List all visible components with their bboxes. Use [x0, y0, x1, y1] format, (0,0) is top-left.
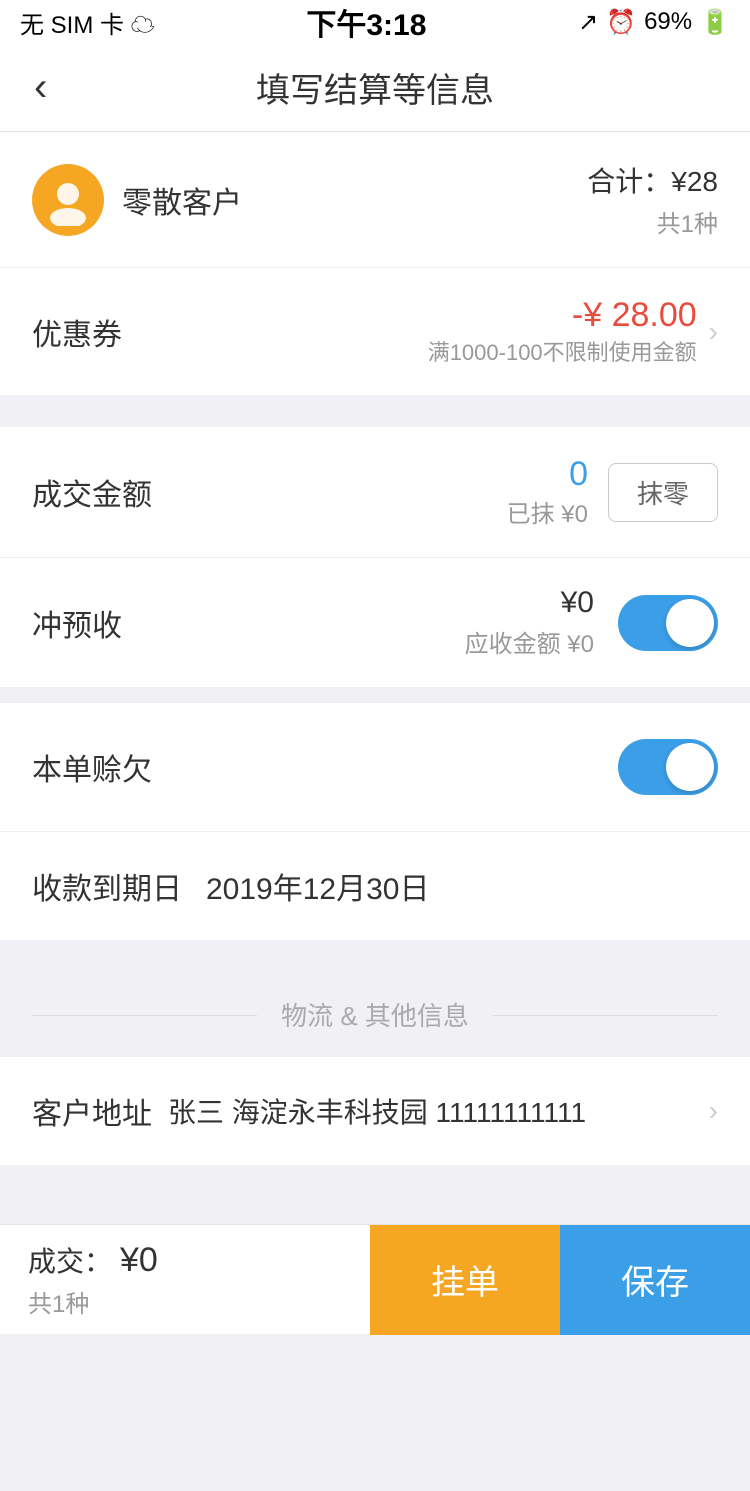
debt-section: 本单赊欠 收款到期日 2019年12月30日	[0, 703, 750, 940]
logistics-section-header: 物流 & 其他信息	[0, 972, 750, 1057]
precollect-right: ¥0 应收金额 ¥0	[465, 586, 718, 659]
deal-amount-row: 成交金额 0 已抹 ¥0 抹零	[32, 427, 718, 557]
address-section: 客户地址 张三 海淀永丰科技园 11111111111 ›	[0, 1057, 750, 1165]
debt-row: 本单赊欠	[0, 703, 750, 831]
deal-amount-value: 0	[507, 455, 588, 494]
bottom-bar: 成交： ¥0 共1种 挂单 保存	[0, 1224, 750, 1334]
address-value: 张三 海淀永丰科技园 11111111111	[168, 1091, 693, 1131]
precollect-row: 冲预收 ¥0 应收金额 ¥0	[0, 557, 750, 687]
coupon-chevron-icon: ›	[709, 316, 718, 348]
precollect-label: 冲预收	[32, 601, 122, 645]
coupon-right: -¥ 28.00 满1000-100不限制使用金额 ›	[428, 296, 718, 367]
debt-toggle[interactable]	[618, 739, 718, 795]
alarm-icon: ⏰	[606, 8, 636, 37]
address-chevron-icon: ›	[709, 1095, 718, 1127]
coupon-amount: -¥ 28.00	[428, 296, 697, 335]
battery-text: 69%	[644, 8, 692, 36]
page-title: 填写结算等信息	[256, 63, 494, 112]
deal-amount-label: 成交金额	[32, 470, 152, 514]
status-time: 下午3:18	[306, 0, 426, 44]
customer-count: 共1种	[587, 204, 718, 239]
section-divider	[0, 411, 750, 427]
debt-label: 本单赊欠	[32, 745, 152, 789]
amount-section: 成交金额 0 已抹 ¥0 抹零	[0, 427, 750, 557]
precollect-value: ¥0	[465, 586, 594, 620]
round-button[interactable]: 抹零	[608, 463, 718, 522]
address-label: 客户地址	[32, 1089, 152, 1133]
battery-icon: 🔋	[700, 8, 730, 37]
nav-bar: ‹ 填写结算等信息	[0, 44, 750, 132]
bottom-deal-label: 成交：	[28, 1240, 112, 1280]
bottom-info: 成交： ¥0 共1种	[0, 1240, 370, 1319]
due-date-label: 收款到期日	[32, 864, 182, 908]
coupon-desc: 满1000-100不限制使用金额	[428, 335, 697, 367]
customer-section: 零散客户 合计：¥28 共1种 优惠券 -¥ 28.00 满1000-100不限…	[0, 132, 750, 395]
due-date-value: 2019年12月30日	[206, 864, 429, 908]
section-divider-2	[0, 687, 750, 703]
hang-button[interactable]: 挂单	[370, 1225, 560, 1335]
coupon-row[interactable]: 优惠券 -¥ 28.00 满1000-100不限制使用金额 ›	[0, 267, 750, 395]
precollect-amounts: ¥0 应收金额 ¥0	[465, 586, 594, 659]
debt-toggle-knob	[666, 743, 714, 791]
deal-amount-right: 0 已抹 ¥0 抹零	[507, 455, 718, 529]
due-date-row: 收款到期日 2019年12月30日	[0, 831, 750, 940]
toggle-knob	[666, 599, 714, 647]
customer-right: 合计：¥28 共1种	[587, 160, 718, 239]
deal-amount-sub: 已抹 ¥0	[507, 494, 588, 529]
customer-total: 合计：¥28	[587, 160, 718, 200]
precollect-sub: 应收金额 ¥0	[465, 624, 594, 659]
status-right: ↗ ⏰ 69% 🔋	[578, 8, 730, 37]
bottom-count: 共1种	[28, 1284, 342, 1319]
status-left: 无 SIM 卡 ☁	[20, 5, 155, 40]
customer-name: 零散客户	[122, 178, 242, 222]
logistics-label: 物流 & 其他信息	[257, 996, 493, 1033]
bottom-deal: 成交： ¥0	[28, 1240, 342, 1280]
location-icon: ↗	[578, 8, 598, 37]
save-button[interactable]: 保存	[560, 1225, 750, 1335]
avatar	[32, 164, 104, 236]
signal-text: 无 SIM 卡 ☁	[20, 5, 155, 40]
section-divider-3	[0, 956, 750, 972]
address-row[interactable]: 客户地址 张三 海淀永丰科技园 11111111111 ›	[0, 1057, 750, 1165]
bottom-deal-value: ¥0	[120, 1241, 158, 1280]
precollect-toggle[interactable]	[618, 595, 718, 651]
back-button[interactable]: ‹	[24, 55, 57, 120]
customer-row: 零散客户 合计：¥28 共1种	[0, 132, 750, 267]
customer-left: 零散客户	[32, 164, 242, 236]
status-bar: 无 SIM 卡 ☁ 下午3:18 ↗ ⏰ 69% 🔋	[0, 0, 750, 44]
coupon-label: 优惠券	[32, 310, 122, 354]
